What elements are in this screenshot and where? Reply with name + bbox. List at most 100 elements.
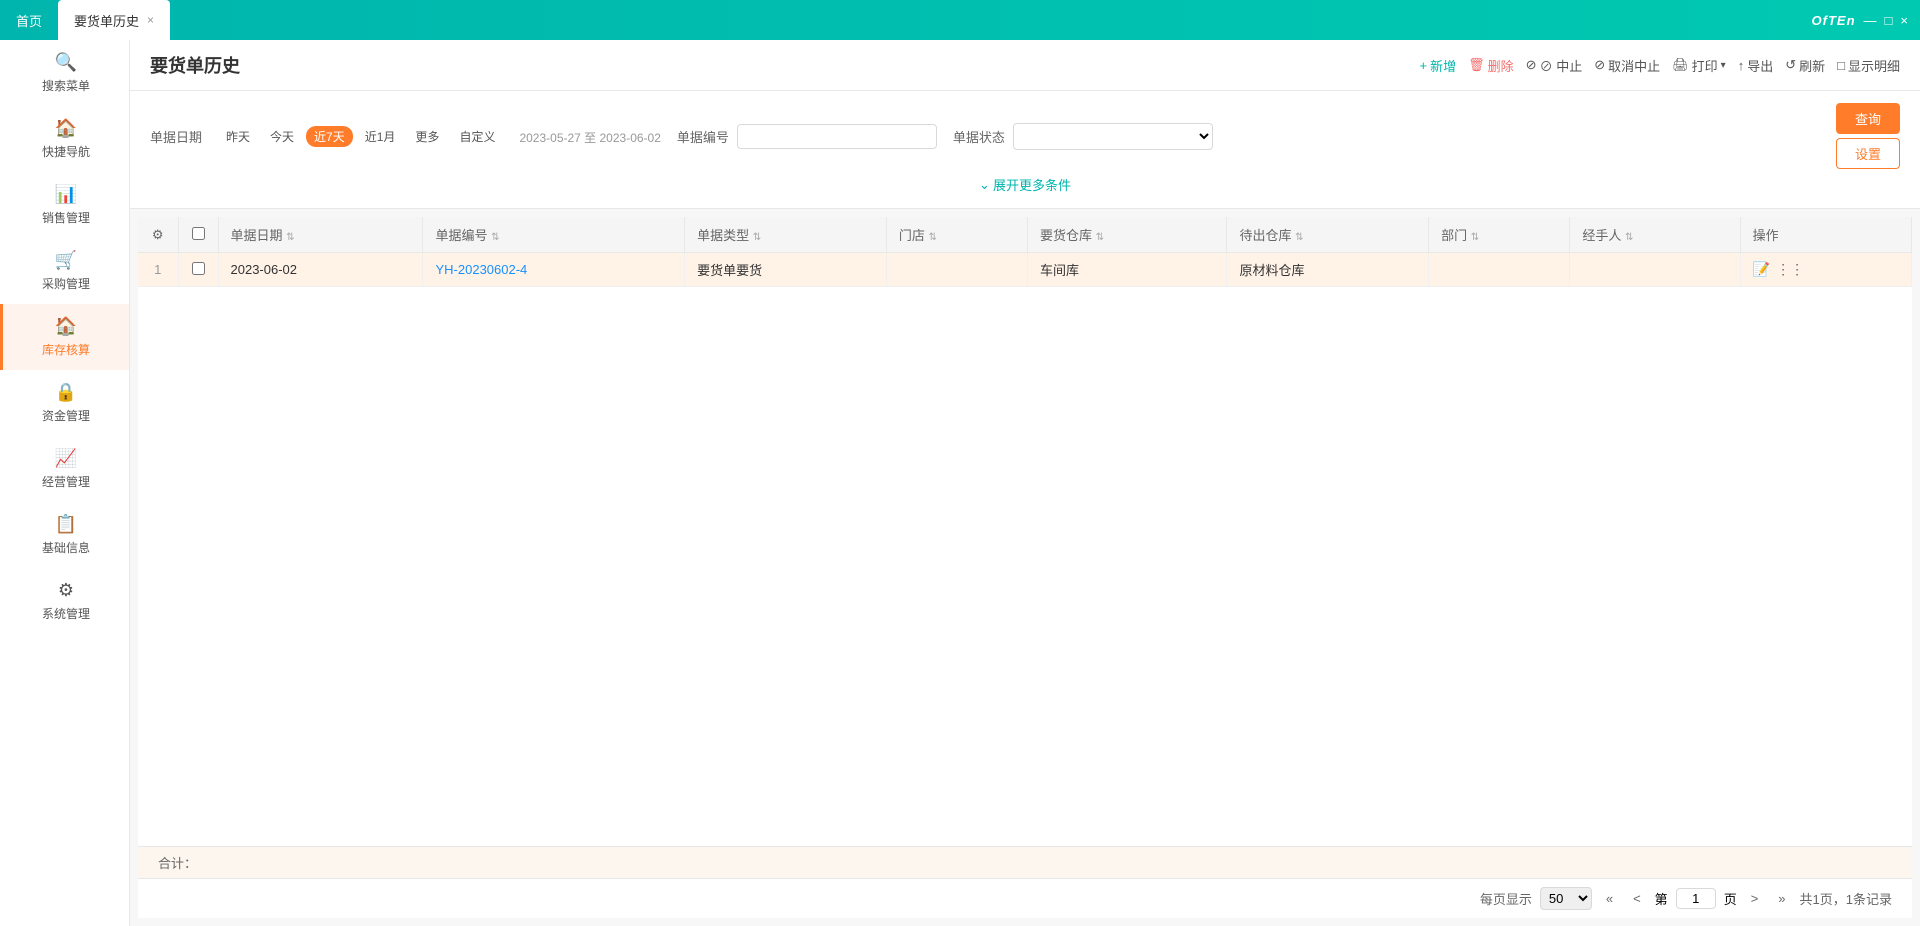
window-close-btn[interactable]: ×: [1900, 13, 1908, 28]
top-right-controls: OfTEn — □ ×: [1812, 13, 1920, 28]
filter-bar: 单据日期 昨天 今天 近7天 近1月 更多 自定义 2023-05-27 至 2…: [130, 91, 1920, 209]
export-button[interactable]: ↑ 导出: [1738, 56, 1774, 75]
req-warehouse-sort-icon: ⇅: [1096, 232, 1104, 243]
row-more-icon[interactable]: ⋮⋮: [1776, 261, 1804, 278]
table-row: 1 2023-06-02 YH-20230602-4 要货单要货 车间库 原材料…: [138, 253, 1912, 287]
sidebar-item-operation[interactable]: 📈 经营管理: [0, 436, 129, 502]
print-button[interactable]: 🖨 打印 ▾: [1672, 56, 1726, 75]
print-icon: 🖨: [1672, 57, 1689, 73]
settings-col-header[interactable]: ⚙: [138, 217, 178, 253]
maximize-btn[interactable]: □: [1885, 13, 1893, 28]
row-store: [886, 253, 1027, 287]
delete-button[interactable]: 🗑 删除: [1468, 56, 1514, 75]
refresh-label: 刷新: [1799, 56, 1825, 75]
main-layout: 🔍 搜索菜单 🏠 快捷导航 📊 销售管理 🛒 采购管理 🏠 库存核算 🔒 资金管…: [0, 40, 1920, 926]
display-detail-button[interactable]: □ 显示明细: [1837, 56, 1900, 75]
sidebar-item-inventory[interactable]: 🏠 库存核算: [0, 304, 129, 370]
finance-icon: 🔒: [55, 382, 77, 403]
number-col-header[interactable]: 单据编号 ⇅: [423, 217, 685, 253]
chip-more[interactable]: 更多: [407, 126, 447, 147]
sidebar-item-system-label: 系统管理: [42, 605, 90, 622]
row-edit-icon[interactable]: 📝: [1753, 261, 1770, 278]
chip-7days[interactable]: 近7天: [306, 126, 353, 147]
brand-name: OfTEn: [1812, 13, 1856, 28]
page-summary: 共1页，1条记录: [1800, 889, 1892, 908]
quick-nav-icon: 🏠: [55, 118, 77, 139]
store-col-label: 门店: [899, 228, 925, 243]
last-page-btn[interactable]: »: [1772, 889, 1791, 908]
sidebar-item-search[interactable]: 🔍 搜索菜单: [0, 40, 129, 106]
page-input[interactable]: [1676, 888, 1716, 909]
table-header-row: ⚙ 单据日期 ⇅ 单据编号 ⇅: [138, 217, 1912, 253]
sidebar-item-operation-label: 经营管理: [42, 473, 90, 490]
column-settings-icon[interactable]: ⚙: [152, 227, 164, 242]
select-all-checkbox[interactable]: [192, 227, 205, 240]
add-label: 新增: [1430, 56, 1456, 75]
first-page-btn[interactable]: «: [1600, 889, 1619, 908]
chip-1month[interactable]: 近1月: [357, 126, 404, 147]
stop-icon: ⊘: [1526, 57, 1537, 73]
page-label: 第: [1655, 889, 1668, 908]
cancel-stop-button[interactable]: ⊘ 取消中止: [1594, 56, 1660, 75]
row-department: [1429, 253, 1570, 287]
row-number: YH-20230602-4: [423, 253, 685, 287]
doc-number-filter: 单据编号: [677, 124, 937, 149]
refresh-button[interactable]: ↺ 刷新: [1785, 56, 1825, 75]
sales-icon: 📊: [55, 184, 77, 205]
sidebar-item-finance[interactable]: 🔒 资金管理: [0, 370, 129, 436]
row-handler: [1570, 253, 1740, 287]
refresh-icon: ↺: [1785, 57, 1796, 73]
sidebar-item-sales[interactable]: 📊 销售管理: [0, 172, 129, 238]
prev-page-btn[interactable]: <: [1627, 889, 1647, 908]
home-tab[interactable]: 首页: [0, 0, 58, 40]
active-tab[interactable]: 要货单历史 ×: [58, 0, 170, 40]
sidebar: 🔍 搜索菜单 🏠 快捷导航 📊 销售管理 🛒 采购管理 🏠 库存核算 🔒 资金管…: [0, 40, 130, 926]
chip-custom[interactable]: 自定义: [451, 126, 503, 147]
store-sort-icon: ⇅: [928, 232, 936, 243]
sidebar-item-search-label: 搜索菜单: [42, 77, 90, 94]
data-table: ⚙ 单据日期 ⇅ 单据编号 ⇅: [138, 217, 1912, 287]
row-action-icons: 📝 ⋮⋮: [1753, 261, 1899, 278]
status-select[interactable]: [1013, 123, 1213, 150]
doc-number-input[interactable]: [737, 124, 937, 149]
minimize-btn[interactable]: —: [1864, 13, 1877, 28]
query-button[interactable]: 查询: [1836, 103, 1900, 134]
next-page-btn[interactable]: >: [1745, 889, 1765, 908]
doc-number-link[interactable]: YH-20230602-4: [435, 262, 527, 277]
add-button[interactable]: + 新增: [1420, 56, 1457, 75]
chip-today[interactable]: 今天: [262, 126, 302, 147]
handler-col-header[interactable]: 经手人 ⇅: [1570, 217, 1740, 253]
sidebar-item-basic-info[interactable]: 📋 基础信息: [0, 502, 129, 568]
close-tab-icon[interactable]: ×: [147, 13, 154, 27]
chip-yesterday[interactable]: 昨天: [218, 126, 258, 147]
type-col-header[interactable]: 单据类型 ⇅: [685, 217, 887, 253]
system-icon: ⚙: [58, 580, 74, 601]
sidebar-item-basic-info-label: 基础信息: [42, 539, 90, 556]
date-sort-icon: ⇅: [286, 232, 294, 243]
pending-warehouse-sort-icon: ⇅: [1295, 232, 1303, 243]
date-range-display: 2023-05-27 至 2023-06-02: [519, 129, 660, 146]
add-icon: +: [1420, 58, 1428, 73]
expand-more-btn[interactable]: ⌄ 展开更多条件: [979, 175, 1071, 194]
setting-button[interactable]: 设置: [1836, 138, 1900, 169]
row-type: 要货单要货: [685, 253, 887, 287]
footer-total-label: 合计：: [158, 853, 197, 872]
page-size-select[interactable]: 50 10 20 100: [1540, 887, 1592, 910]
type-sort-icon: ⇅: [753, 232, 761, 243]
sidebar-item-system[interactable]: ⚙ 系统管理: [0, 568, 129, 634]
department-col-header[interactable]: 部门 ⇅: [1429, 217, 1570, 253]
sidebar-item-quick-nav[interactable]: 🏠 快捷导航: [0, 106, 129, 172]
pending-warehouse-col-header[interactable]: 待出仓库 ⇅: [1227, 217, 1429, 253]
sidebar-item-purchase[interactable]: 🛒 采购管理: [0, 238, 129, 304]
req-warehouse-col-header[interactable]: 要货仓库 ⇅: [1028, 217, 1227, 253]
handler-sort-icon: ⇅: [1625, 232, 1633, 243]
store-col-header[interactable]: 门店 ⇅: [886, 217, 1027, 253]
cancel-stop-label: 取消中止: [1608, 56, 1660, 75]
delete-icon: 🗑: [1468, 57, 1485, 73]
filter-action-btns: 查询 设置: [1836, 103, 1900, 169]
row-checkbox[interactable]: [192, 262, 205, 275]
date-col-header[interactable]: 单据日期 ⇅: [218, 217, 423, 253]
stop-button[interactable]: ⊘ ⊘ 中止: [1526, 56, 1583, 75]
toolbar: + 新增 🗑 删除 ⊘ ⊘ 中止 ⊘ 取消中止 🖨 打印: [1420, 56, 1900, 75]
expand-chevron-icon: ⌄: [979, 177, 990, 193]
